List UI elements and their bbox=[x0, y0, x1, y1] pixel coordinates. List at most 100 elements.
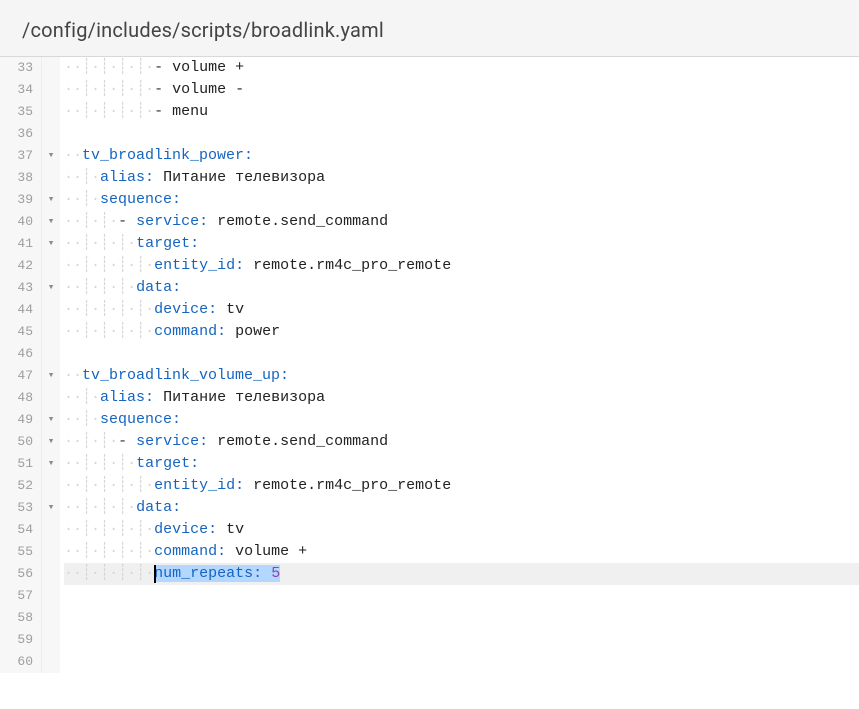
yaml-key: tv_broadlink_volume_up: bbox=[82, 367, 289, 384]
code-line[interactable]: ··tv_broadlink_power: bbox=[64, 145, 859, 167]
fold-toggle-icon[interactable]: ▾ bbox=[42, 497, 60, 519]
code-line[interactable]: ··┊·┊·┊·┊·device: tv bbox=[64, 519, 859, 541]
code-line[interactable]: ··┊·┊·┊·┊·entity_id: remote.rm4c_pro_rem… bbox=[64, 255, 859, 277]
fold-toggle-icon[interactable]: ▾ bbox=[42, 233, 60, 255]
fold-toggle-icon[interactable]: ▾ bbox=[42, 277, 60, 299]
code-line[interactable]: ··┊·┊·┊·┊·device: tv bbox=[64, 299, 859, 321]
yaml-dash: - bbox=[154, 59, 172, 76]
code-line[interactable] bbox=[64, 585, 859, 607]
line-number[interactable]: 58 bbox=[4, 607, 33, 629]
code-line[interactable]: ··┊·┊·┊·┊·entity_id: remote.rm4c_pro_rem… bbox=[64, 475, 859, 497]
fold-toggle-icon[interactable]: ▾ bbox=[42, 189, 60, 211]
fold-toggle-icon[interactable]: ▾ bbox=[42, 409, 60, 431]
fold-toggle-icon[interactable]: ▾ bbox=[42, 431, 60, 453]
line-number[interactable]: 51 bbox=[4, 453, 33, 475]
fold-column[interactable]: ▾▾▾▾▾▾▾▾▾▾ bbox=[42, 57, 60, 673]
yaml-key: device: bbox=[154, 521, 217, 538]
line-number[interactable]: 37 bbox=[4, 145, 33, 167]
line-number[interactable]: 38 bbox=[4, 167, 33, 189]
code-line[interactable]: ··┊·┊·┊·┊·command: volume + bbox=[64, 541, 859, 563]
yaml-string: remote.send_command bbox=[208, 213, 388, 230]
selection: num_repeats: 5 bbox=[154, 565, 280, 582]
line-number[interactable]: 42 bbox=[4, 255, 33, 277]
line-number[interactable]: 59 bbox=[4, 629, 33, 651]
indent-guide: ··┊·┊·┊·┊· bbox=[64, 565, 154, 582]
line-number[interactable]: 48 bbox=[4, 387, 33, 409]
code-line[interactable]: ··┊·alias: Питание телевизора bbox=[64, 387, 859, 409]
code-area[interactable]: ··┊·┊·┊·┊·- volume +··┊·┊·┊·┊·- volume -… bbox=[60, 57, 859, 673]
fold-spacer bbox=[42, 167, 60, 189]
fold-spacer bbox=[42, 607, 60, 629]
line-number[interactable]: 45 bbox=[4, 321, 33, 343]
yaml-string: Питание телевизора bbox=[154, 389, 325, 406]
line-number[interactable]: 35 bbox=[4, 101, 33, 123]
indent-guide: ··┊·┊·┊·┊· bbox=[64, 323, 154, 340]
indent-guide: ··┊· bbox=[64, 191, 100, 208]
line-number[interactable]: 44 bbox=[4, 299, 33, 321]
line-number[interactable]: 41 bbox=[4, 233, 33, 255]
code-line[interactable]: ··┊·┊·- service: remote.send_command bbox=[64, 431, 859, 453]
yaml-key: command: bbox=[154, 543, 226, 560]
fold-spacer bbox=[42, 101, 60, 123]
code-editor[interactable]: 3334353637383940414243444546474849505152… bbox=[0, 57, 859, 673]
fold-spacer bbox=[42, 475, 60, 497]
code-line[interactable] bbox=[64, 629, 859, 651]
indent-guide: ·· bbox=[64, 147, 82, 164]
line-number[interactable]: 43 bbox=[4, 277, 33, 299]
code-line[interactable] bbox=[64, 651, 859, 673]
line-number[interactable]: 55 bbox=[4, 541, 33, 563]
fold-spacer bbox=[42, 123, 60, 145]
yaml-key: entity_id: bbox=[154, 257, 244, 274]
code-line[interactable]: ··┊·┊·┊·data: bbox=[64, 277, 859, 299]
code-line[interactable] bbox=[64, 343, 859, 365]
fold-spacer bbox=[42, 519, 60, 541]
fold-toggle-icon[interactable]: ▾ bbox=[42, 365, 60, 387]
fold-spacer bbox=[42, 57, 60, 79]
yaml-key: alias: bbox=[100, 389, 154, 406]
line-number[interactable]: 53 bbox=[4, 497, 33, 519]
code-line[interactable]: ··┊·┊·┊·┊·- volume - bbox=[64, 79, 859, 101]
code-line[interactable]: ··┊·┊·┊·┊·- volume + bbox=[64, 57, 859, 79]
line-number[interactable]: 60 bbox=[4, 651, 33, 673]
code-line[interactable]: ··┊·┊·┊·┊·num_repeats: 5 bbox=[64, 563, 859, 585]
line-number[interactable]: 54 bbox=[4, 519, 33, 541]
indent-guide: ··┊·┊· bbox=[64, 433, 118, 450]
line-number[interactable]: 36 bbox=[4, 123, 33, 145]
line-number[interactable]: 56 bbox=[4, 563, 33, 585]
yaml-key: entity_id: bbox=[154, 477, 244, 494]
code-line[interactable]: ··┊·┊·┊·target: bbox=[64, 233, 859, 255]
line-number[interactable]: 40 bbox=[4, 211, 33, 233]
line-number-gutter[interactable]: 3334353637383940414243444546474849505152… bbox=[0, 57, 42, 673]
yaml-key: command: bbox=[154, 323, 226, 340]
line-number[interactable]: 33 bbox=[4, 57, 33, 79]
line-number[interactable]: 49 bbox=[4, 409, 33, 431]
code-line[interactable] bbox=[64, 123, 859, 145]
yaml-string: menu bbox=[172, 103, 208, 120]
line-number[interactable]: 46 bbox=[4, 343, 33, 365]
code-line[interactable]: ··┊·sequence: bbox=[64, 409, 859, 431]
code-line[interactable] bbox=[64, 607, 859, 629]
fold-toggle-icon[interactable]: ▾ bbox=[42, 211, 60, 233]
code-line[interactable]: ··┊·┊·┊·┊·command: power bbox=[64, 321, 859, 343]
indent-guide: ··┊·┊·┊·┊· bbox=[64, 301, 154, 318]
line-number[interactable]: 57 bbox=[4, 585, 33, 607]
indent-guide: ··┊·┊·┊·┊· bbox=[64, 81, 154, 98]
fold-toggle-icon[interactable]: ▾ bbox=[42, 453, 60, 475]
indent-guide: ··┊·┊·┊·┊· bbox=[64, 477, 154, 494]
fold-toggle-icon[interactable]: ▾ bbox=[42, 145, 60, 167]
code-line[interactable]: ··┊·┊·- service: remote.send_command bbox=[64, 211, 859, 233]
code-line[interactable]: ··┊·sequence: bbox=[64, 189, 859, 211]
code-line[interactable]: ··┊·┊·┊·┊·- menu bbox=[64, 101, 859, 123]
yaml-key: target: bbox=[136, 455, 199, 472]
code-line[interactable]: ··tv_broadlink_volume_up: bbox=[64, 365, 859, 387]
code-line[interactable]: ··┊·alias: Питание телевизора bbox=[64, 167, 859, 189]
line-number[interactable]: 52 bbox=[4, 475, 33, 497]
indent-guide: ··┊·┊·┊·┊· bbox=[64, 103, 154, 120]
indent-guide: ··┊·┊·┊·┊· bbox=[64, 543, 154, 560]
line-number[interactable]: 34 bbox=[4, 79, 33, 101]
line-number[interactable]: 47 bbox=[4, 365, 33, 387]
code-line[interactable]: ··┊·┊·┊·data: bbox=[64, 497, 859, 519]
line-number[interactable]: 39 bbox=[4, 189, 33, 211]
code-line[interactable]: ··┊·┊·┊·target: bbox=[64, 453, 859, 475]
line-number[interactable]: 50 bbox=[4, 431, 33, 453]
